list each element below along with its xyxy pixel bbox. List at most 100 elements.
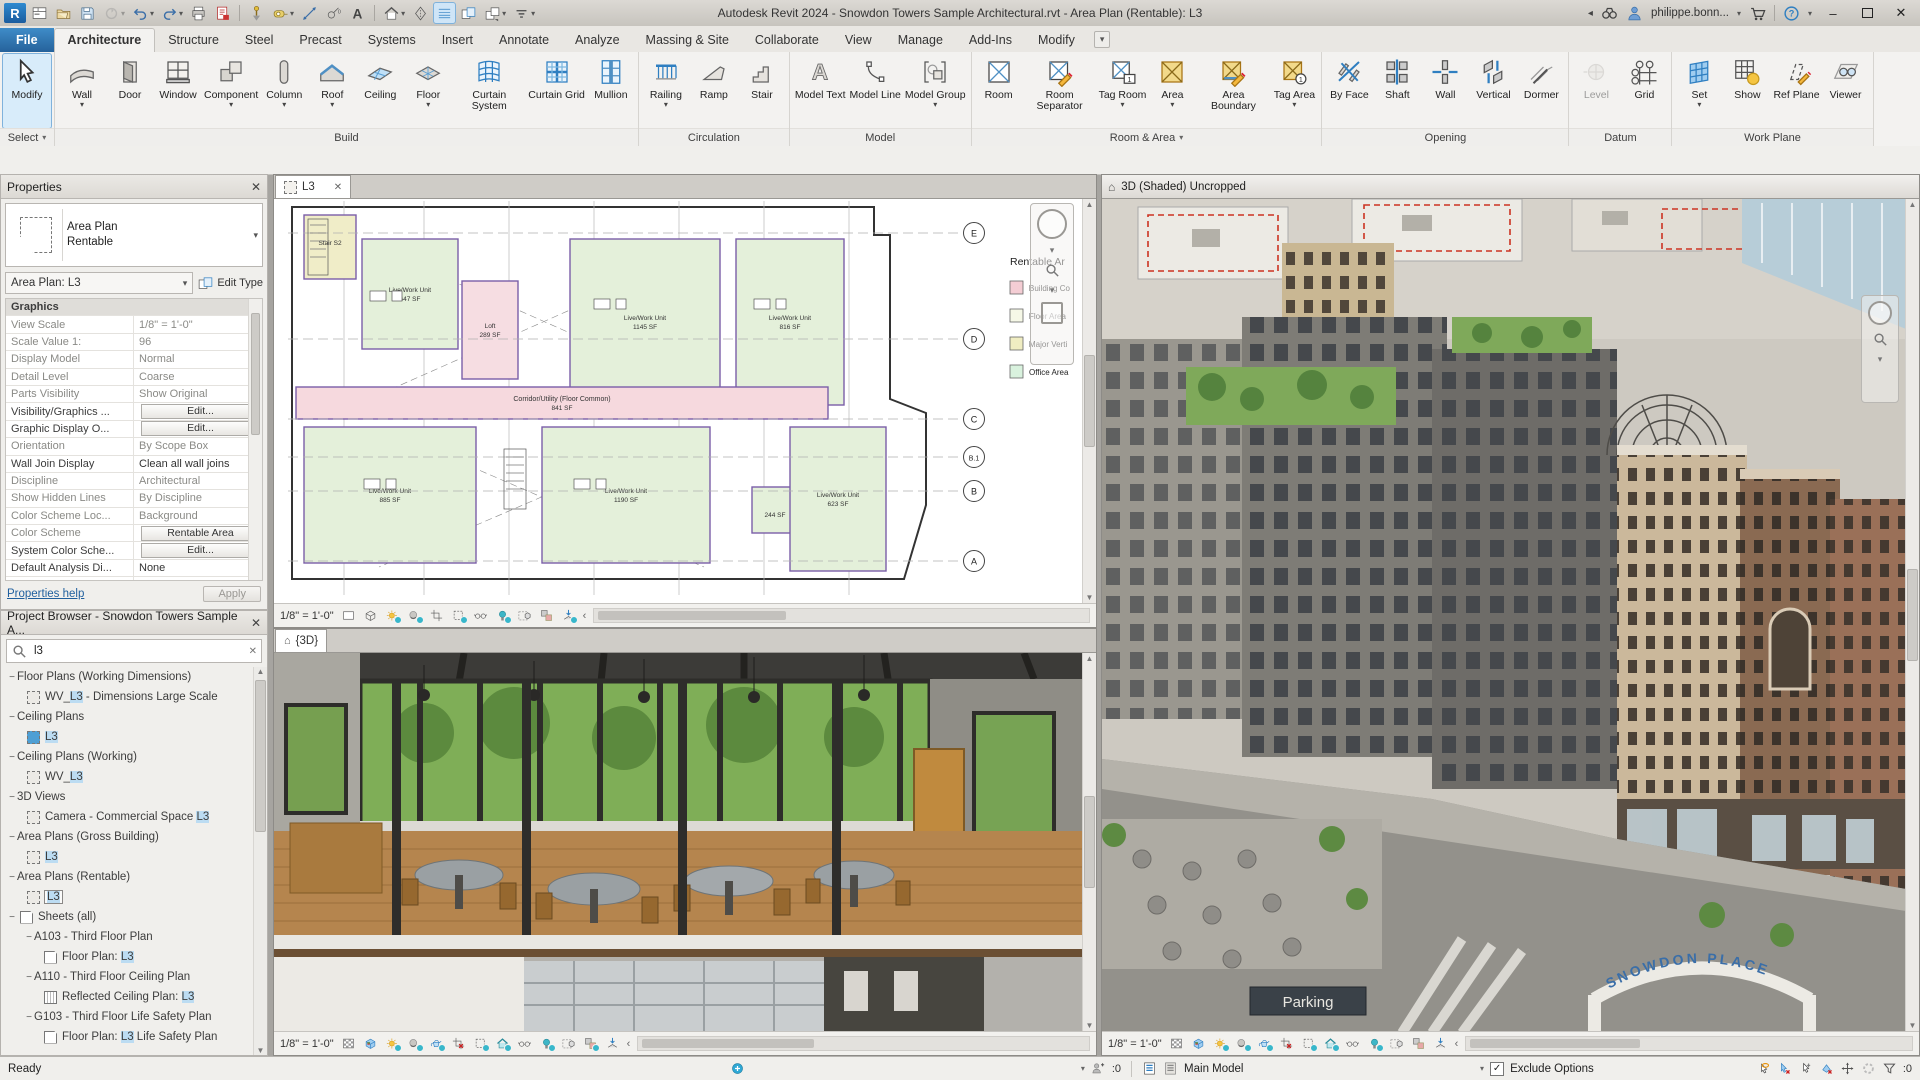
ribbon-button-tag-area[interactable]: 1 Tag Area ▾	[1270, 54, 1318, 128]
tab-steel[interactable]: Steel	[232, 29, 287, 52]
shaded-view-icon[interactable]	[363, 608, 378, 623]
tab-l3-close-icon[interactable]: ✕	[334, 182, 342, 193]
ribbon-button-menu-arrow[interactable]: ▾	[1121, 101, 1125, 109]
sync-with-central-icon[interactable]: ▾	[101, 3, 127, 23]
undo-icon-menu-arrow[interactable]: ▾	[150, 9, 154, 18]
ribbon-panel-label[interactable]: Circulation	[638, 128, 789, 146]
crop-region-icon[interactable]	[451, 608, 468, 624]
ribbon-button-vertical[interactable]: Vertical	[1469, 54, 1517, 128]
user-menu-arrow[interactable]: ▾	[1737, 9, 1741, 18]
ribbon-button-model-group[interactable]: Model Group ▾	[903, 54, 968, 128]
shadows-icon[interactable]	[407, 1036, 424, 1052]
save-orientation-icon[interactable]	[1323, 1036, 1340, 1052]
ribbon-button-menu-arrow[interactable]: ▾	[1170, 101, 1174, 109]
worksets-collapse-arrow[interactable]: ▾	[1081, 1064, 1085, 1073]
properties-close-icon[interactable]: ✕	[251, 180, 261, 194]
browser-scrollbar[interactable]: ▲ ▼	[253, 667, 267, 1055]
ribbon-button-dormer[interactable]: Dormer	[1517, 54, 1565, 128]
save-icon[interactable]	[77, 3, 98, 23]
interior-horizontal-scrollbar[interactable]	[637, 1036, 1090, 1051]
select-by-face-icon[interactable]	[1819, 1061, 1834, 1076]
switch-windows-icon[interactable]: ▾	[482, 3, 508, 23]
tab-massing-site[interactable]: Massing & Site	[633, 29, 742, 52]
tab-manage[interactable]: Manage	[885, 29, 956, 52]
customize-qat-icon[interactable]: ▾	[511, 3, 537, 23]
crop-region-icon[interactable]	[1301, 1036, 1318, 1052]
element-selector[interactable]: Area Plan: L3 ▾	[5, 272, 194, 294]
transparency-icon[interactable]	[341, 1036, 356, 1051]
tab-annotate[interactable]: Annotate	[486, 29, 562, 52]
navbar-menu-arrow[interactable]: ▾	[1050, 245, 1055, 256]
property-value[interactable]: None	[133, 559, 262, 577]
plan-room[interactable]: Live/Work Unit 1190 SF	[541, 426, 711, 564]
exterior-horizontal-scrollbar[interactable]	[1465, 1036, 1913, 1051]
interior-scale-label[interactable]: 1/8" = 1'-0"	[280, 1038, 334, 1050]
tree-collapse-icon[interactable]: −	[24, 972, 34, 983]
properties-scrollbar[interactable]	[248, 299, 262, 580]
selection-box-icon[interactable]	[1389, 1036, 1404, 1051]
measure-icon-menu-arrow[interactable]: ▾	[290, 9, 294, 18]
ribbon-button-menu-arrow[interactable]: ▾	[933, 101, 937, 109]
property-value[interactable]: 96	[133, 333, 262, 351]
displacement-icon[interactable]	[1433, 1036, 1448, 1051]
worksharing-display-icon[interactable]	[1411, 1036, 1426, 1051]
ribbon-button-window[interactable]: Window	[154, 54, 202, 128]
sun-path-icon[interactable]	[385, 1036, 402, 1052]
ribbon-button-viewer[interactable]: Viewer	[1822, 54, 1870, 128]
browser-search-box[interactable]: ✕	[6, 639, 262, 663]
exterior-view-titlebar[interactable]: ⌂ 3D (Shaded) Uncropped	[1102, 175, 1919, 199]
restore-button[interactable]	[1854, 3, 1880, 23]
zoom-icon[interactable]	[1044, 262, 1061, 279]
ribbon-button-roof[interactable]: Roof ▾	[308, 54, 356, 128]
worksets-icon[interactable]	[1091, 1061, 1106, 1076]
ribbon-button-menu-arrow[interactable]: ▾	[80, 101, 84, 109]
switch-windows-icon-menu-arrow[interactable]: ▾	[502, 9, 506, 18]
main-model-select[interactable]: Main Model	[1184, 1063, 1474, 1075]
exterior-canvas[interactable]: Parking SNOWDON PLACE ▾ ▲ ▼	[1102, 199, 1919, 1031]
drag-on-selection-icon[interactable]	[1840, 1061, 1855, 1076]
search-clear-icon[interactable]: ✕	[249, 646, 257, 657]
plan-room[interactable]: Live/Work Unit 623 SF	[789, 426, 887, 572]
tab-insert[interactable]: Insert	[429, 29, 486, 52]
tree-item[interactable]: WV_L3	[1, 767, 267, 787]
ribbon-button-room[interactable]: Room	[975, 54, 1023, 128]
tab-systems[interactable]: Systems	[355, 29, 429, 52]
file-tabs-icon[interactable]	[29, 3, 50, 23]
sun-path-icon[interactable]	[385, 608, 402, 624]
measure-icon[interactable]: ▾	[270, 3, 296, 23]
ribbon-button-mullion[interactable]: Mullion	[587, 54, 635, 128]
visual-style-shaded-icon[interactable]	[363, 1036, 378, 1051]
tree-item[interactable]: − G103 - Third Floor Life Safety Plan	[1, 1007, 267, 1027]
transparency-icon[interactable]	[1169, 1036, 1184, 1051]
signed-in-user[interactable]: philippe.bonn...	[1651, 7, 1729, 19]
ribbon-button-railing[interactable]: Railing ▾	[642, 54, 690, 128]
plan-hscroll-left-icon[interactable]: ‹	[583, 610, 587, 622]
exterior-vertical-scrollbar[interactable]: ▲ ▼	[1905, 199, 1919, 1031]
render-icon[interactable]	[1257, 1036, 1274, 1052]
tab-add-ins[interactable]: Add-Ins	[956, 29, 1025, 52]
default-3d-view-icon[interactable]: ▾	[381, 3, 407, 23]
tree-item[interactable]: − Area Plans (Gross Building)	[1, 827, 267, 847]
ribbon-button-tag-room[interactable]: 1 Tag Room ▾	[1097, 54, 1149, 128]
tree-item[interactable]: −3D Views	[1, 787, 267, 807]
plan-room[interactable]: Loft 289 SF	[461, 280, 519, 380]
tree-collapse-icon[interactable]: −	[7, 912, 17, 923]
crop-view-icon[interactable]	[429, 608, 444, 623]
tree-item[interactable]: Floor Plan: L3 Life Safety Plan	[1, 1027, 267, 1047]
plan-horizontal-scrollbar[interactable]	[593, 608, 1090, 623]
tree-item[interactable]: WV_L3 - Dimensions Large Scale	[1, 687, 267, 707]
type-selector[interactable]: Area Plan Rentable ▾	[5, 203, 263, 267]
modal-tab-menu[interactable]: ▾	[1093, 31, 1111, 48]
steering-wheel-icon[interactable]	[1868, 301, 1892, 325]
main-model-arrow[interactable]: ▾	[1480, 1064, 1484, 1073]
user-avatar-icon[interactable]	[1626, 5, 1643, 22]
ribbon-button-shaft[interactable]: Shaft	[1373, 54, 1421, 128]
visual-style-icon[interactable]	[341, 608, 356, 623]
ribbon-button-grid[interactable]: Grid	[1620, 54, 1668, 128]
sun-path-icon[interactable]	[1213, 1036, 1230, 1052]
property-value[interactable]: Clean all wall joins	[133, 455, 262, 472]
tab-3d[interactable]: ⌂ {3D}	[275, 629, 328, 652]
selection-filter-icon[interactable]	[1882, 1061, 1897, 1076]
revit-logo[interactable]: R	[4, 3, 26, 23]
visibility-graphics-icon[interactable]	[458, 3, 479, 23]
